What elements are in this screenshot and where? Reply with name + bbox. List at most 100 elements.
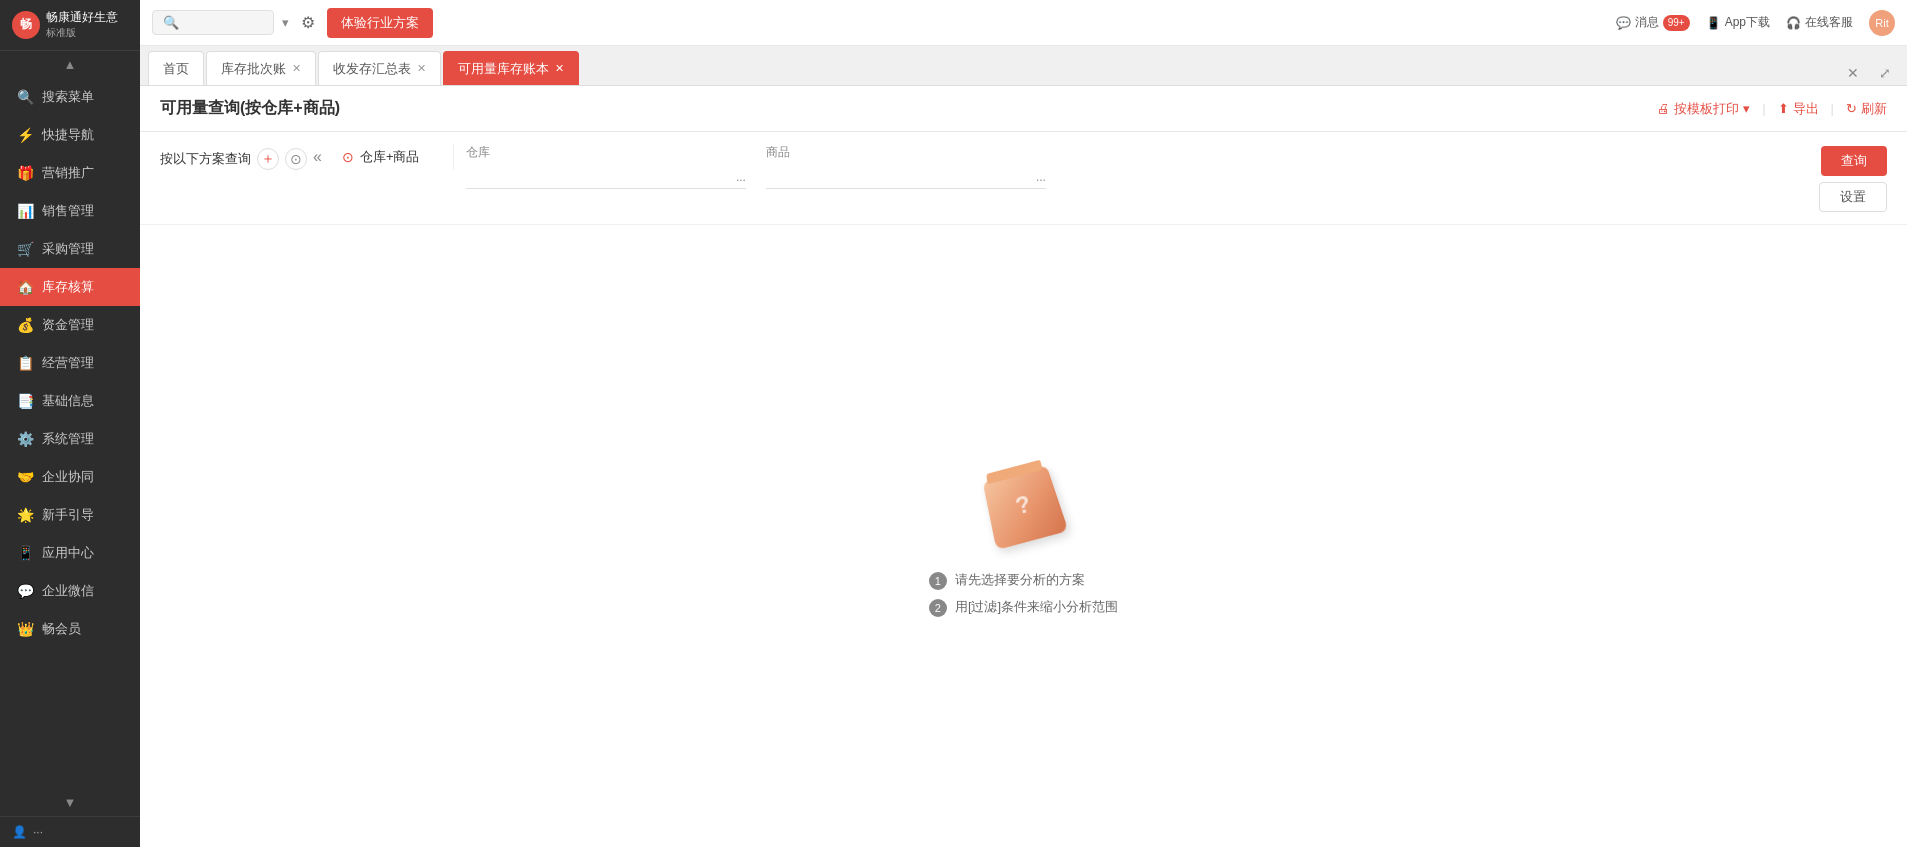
bell-icon: 💬 — [1616, 16, 1631, 30]
msg-badge: 99+ — [1663, 15, 1690, 31]
topbar-right: 💬 消息 99+ 📱 App下载 🎧 在线客服 Rit — [1616, 10, 1895, 36]
page-title: 可用量查询(按仓库+商品) — [160, 98, 1657, 119]
mobile-icon: 📱 — [1706, 16, 1721, 30]
star-icon: 🌟 — [16, 506, 34, 524]
tab-close-icon[interactable]: ✕ — [555, 62, 564, 75]
settings-icon[interactable]: ⚙ — [297, 9, 319, 36]
query-btn[interactable]: 查询 — [1821, 146, 1887, 176]
industry-btn[interactable]: 体验行业方案 — [327, 8, 433, 38]
hint-number-2: 2 — [929, 599, 947, 617]
sidebar-item-search[interactable]: 🔍 搜索菜单 — [0, 78, 140, 116]
sidebar-item-marketing[interactable]: 🎁 营销推广 — [0, 154, 140, 192]
tab-available-qty[interactable]: 可用量库存账本 ✕ — [443, 51, 579, 85]
empty-hint-2: 2 用[过滤]条件来缩小分析范围 — [929, 598, 1118, 617]
warehouse-more-btn[interactable]: ... — [736, 170, 746, 184]
tab-close-icon[interactable]: ✕ — [417, 62, 426, 75]
empty-state: 1 请先选择要分析的方案 2 用[过滤]条件来缩小分析范围 — [929, 455, 1118, 617]
sidebar-title: 畅康通好生意 — [46, 10, 118, 26]
tab-close-icon[interactable]: ✕ — [292, 62, 301, 75]
dropdown-icon: ▾ — [1743, 101, 1750, 116]
crown-icon: 👑 — [16, 620, 34, 638]
main-content: 🔍 ▾ ⚙ 体验行业方案 💬 消息 99+ 📱 App下载 🎧 在线客服 Rit — [140, 0, 1907, 847]
sidebar-item-finance[interactable]: 💰 资金管理 — [0, 306, 140, 344]
page-header: 可用量查询(按仓库+商品) 🖨 按模板打印 ▾ | ⬆ 导出 | ↻ 刷新 — [140, 86, 1907, 132]
settings-display-btn[interactable]: 设置 — [1819, 182, 1887, 212]
scheme-item-label: 仓库+商品 — [360, 148, 420, 166]
hint-number-1: 1 — [929, 572, 947, 590]
hint-text-2: 用[过滤]条件来缩小分析范围 — [955, 598, 1118, 616]
search-input[interactable] — [183, 16, 263, 30]
filter-field-warehouse: 仓库 ... — [466, 144, 746, 189]
msg-label: 消息 — [1635, 14, 1659, 31]
hint-text-1: 请先选择要分析的方案 — [955, 571, 1085, 589]
scheme-list: ⊙ 仓库+商品 — [334, 144, 454, 170]
sidebar: 畅 畅康通好生意 标准版 ▲ 🔍 搜索菜单 ⚡ 快捷导航 🎁 营销推广 📊 销售… — [0, 0, 140, 847]
empty-illustration — [973, 455, 1073, 555]
sidebar-item-enterprise[interactable]: 🤝 企业协同 — [0, 458, 140, 496]
scheme-settings-btn[interactable]: ⊙ — [285, 148, 307, 170]
headset-icon: 🎧 — [1786, 16, 1801, 30]
sidebar-item-label: 企业微信 — [42, 582, 94, 600]
sidebar-item-label: 资金管理 — [42, 316, 94, 334]
sidebar-item-inventory[interactable]: 🏠 库存核算 — [0, 268, 140, 306]
sidebar-item-label: 库存核算 — [42, 278, 94, 296]
goods-more-btn[interactable]: ... — [1036, 170, 1046, 184]
user-icon: 👤 — [12, 825, 27, 839]
sidebar-item-sales[interactable]: 📊 销售管理 — [0, 192, 140, 230]
goods-input[interactable] — [766, 169, 1030, 184]
sidebar-scroll-up[interactable]: ▲ — [0, 51, 140, 78]
export-icon: ⬆ — [1778, 101, 1789, 116]
add-scheme-btn[interactable]: ＋ — [257, 148, 279, 170]
sidebar-item-wechat[interactable]: 💬 企业微信 — [0, 572, 140, 610]
avatar: Rit — [1869, 10, 1895, 36]
empty-hint-1: 1 请先选择要分析的方案 — [929, 571, 1118, 590]
sidebar-item-quick-nav[interactable]: ⚡ 快捷导航 — [0, 116, 140, 154]
empty-box-graphic — [983, 465, 1069, 550]
sidebar-item-system[interactable]: ⚙️ 系统管理 — [0, 420, 140, 458]
warehouse-icon: 🏠 — [16, 278, 34, 296]
online-service-btn[interactable]: 🎧 在线客服 — [1786, 14, 1853, 31]
chevron-down-icon[interactable]: ▾ — [282, 15, 289, 30]
sidebar-item-basic-info[interactable]: 📑 基础信息 — [0, 382, 140, 420]
mobile-icon: 📱 — [16, 544, 34, 562]
refresh-icon: ↻ — [1846, 101, 1857, 116]
warehouse-field-input: ... — [466, 165, 746, 189]
tab-recv-summary[interactable]: 收发存汇总表 ✕ — [318, 51, 441, 85]
warehouse-input[interactable] — [466, 169, 730, 184]
divider: | — [1762, 101, 1765, 116]
scheme-item-warehouse-goods[interactable]: ⊙ 仓库+商品 — [334, 144, 437, 170]
export-btn[interactable]: ⬆ 导出 — [1778, 100, 1819, 118]
sidebar-scroll-down[interactable]: ▼ — [0, 789, 140, 816]
sidebar-menu: 🔍 搜索菜单 ⚡ 快捷导航 🎁 营销推广 📊 销售管理 🛒 采购管理 🏠 库存核… — [0, 78, 140, 789]
sidebar-item-guide[interactable]: 🌟 新手引导 — [0, 496, 140, 534]
sidebar-item-operation[interactable]: 📋 经营管理 — [0, 344, 140, 382]
tab-batch-account[interactable]: 库存批次账 ✕ — [206, 51, 316, 85]
tab-home[interactable]: 首页 — [148, 51, 204, 85]
gear-icon: ⚙️ — [16, 430, 34, 448]
tab-home-label: 首页 — [163, 60, 189, 78]
sidebar-item-member[interactable]: 👑 畅会员 — [0, 610, 140, 648]
empty-hints: 1 请先选择要分析的方案 2 用[过滤]条件来缩小分析范围 — [929, 571, 1118, 617]
sidebar-item-label: 企业协同 — [42, 468, 94, 486]
close-window-btn[interactable]: ✕ — [1839, 61, 1867, 85]
sidebar-item-app-center[interactable]: 📱 应用中心 — [0, 534, 140, 572]
gift-icon: 🎁 — [16, 164, 34, 182]
sidebar-item-label: 搜索菜单 — [42, 88, 94, 106]
doc-icon: 📑 — [16, 392, 34, 410]
page-actions: 🖨 按模板打印 ▾ | ⬆ 导出 | ↻ 刷新 — [1657, 100, 1887, 118]
topbar-search-box[interactable]: 🔍 — [152, 10, 274, 35]
print-btn[interactable]: 🖨 按模板打印 ▾ — [1657, 100, 1750, 118]
sidebar-footer-user[interactable]: 👤 ··· — [0, 816, 140, 847]
sidebar-item-label: 经营管理 — [42, 354, 94, 372]
sidebar-item-purchase[interactable]: 🛒 采购管理 — [0, 230, 140, 268]
message-btn[interactable]: 💬 消息 99+ — [1616, 14, 1690, 31]
refresh-btn[interactable]: ↻ 刷新 — [1846, 100, 1887, 118]
filter-field-goods: 商品 ... — [766, 144, 1046, 189]
export-label: 导出 — [1793, 100, 1819, 118]
maximize-window-btn[interactable]: ⤢ — [1871, 61, 1899, 85]
tab-available-qty-label: 可用量库存账本 — [458, 60, 549, 78]
collapse-icon[interactable]: « — [313, 144, 322, 166]
sidebar-logo: 畅 — [12, 11, 40, 39]
user-menu-btn[interactable]: Rit — [1869, 10, 1895, 36]
app-download-btn[interactable]: 📱 App下载 — [1706, 14, 1770, 31]
